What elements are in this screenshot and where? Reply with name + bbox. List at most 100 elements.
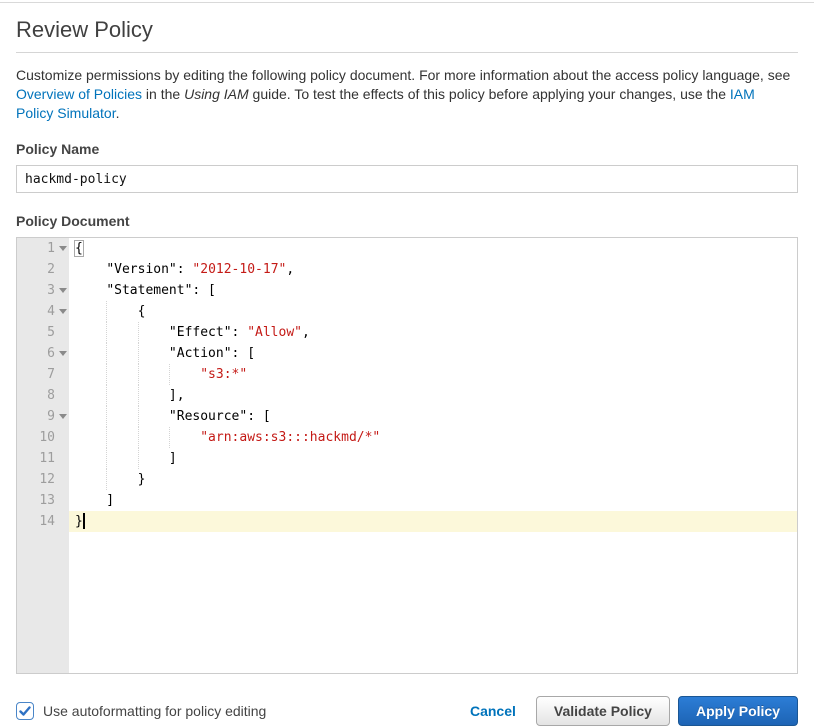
- editor-line-number-gutter: 1234567891011121314: [17, 238, 69, 673]
- code-line[interactable]: }: [69, 469, 797, 490]
- intro-text: guide. To test the effects of this polic…: [249, 86, 730, 102]
- policy-document-editor[interactable]: 1234567891011121314 { "Version": "2012-1…: [16, 237, 798, 674]
- line-number: 9: [17, 406, 69, 427]
- json-punctuation: [75, 283, 106, 298]
- footer-buttons: Cancel Validate Policy Apply Policy: [470, 696, 798, 726]
- indent-guide: [138, 322, 139, 343]
- fold-arrow-icon[interactable]: [59, 414, 67, 419]
- json-punctuation: :: [232, 325, 248, 340]
- line-number: 7: [17, 364, 69, 385]
- json-key: "Version": [106, 262, 176, 277]
- guide-name: Using IAM: [184, 86, 249, 102]
- json-string-value: "2012-10-17": [192, 262, 286, 277]
- cancel-link[interactable]: Cancel: [470, 703, 516, 719]
- json-punctuation: : [: [192, 283, 215, 298]
- line-number: 6: [17, 343, 69, 364]
- json-punctuation: [75, 262, 106, 277]
- autoformat-checkbox[interactable]: [16, 702, 34, 720]
- fold-arrow-icon[interactable]: [59, 246, 67, 251]
- json-key: "Statement": [106, 283, 192, 298]
- intro-text: Customize permissions by editing the fol…: [16, 67, 790, 83]
- intro-text: .: [116, 105, 120, 121]
- json-punctuation: : [: [232, 346, 255, 361]
- page-title: Review Policy: [16, 17, 798, 43]
- json-punctuation: [75, 325, 169, 340]
- indent-guide: [138, 427, 139, 448]
- json-string-value: "Allow": [247, 325, 302, 340]
- json-key: "Resource": [169, 409, 247, 424]
- indent-guide: [106, 343, 107, 364]
- line-number: 3: [17, 280, 69, 301]
- code-line[interactable]: "Version": "2012-10-17",: [69, 259, 797, 280]
- indent-guide: [138, 343, 139, 364]
- json-punctuation: ],: [75, 388, 185, 403]
- policy-name-input[interactable]: [16, 165, 798, 193]
- autoformat-label: Use autoformatting for policy editing: [43, 703, 266, 719]
- code-line[interactable]: {: [69, 301, 797, 322]
- line-number: 12: [17, 469, 69, 490]
- line-number: 10: [17, 427, 69, 448]
- json-punctuation: : [: [247, 409, 270, 424]
- indent-guide: [106, 322, 107, 343]
- json-key: "Effect": [169, 325, 232, 340]
- indent-guide: [169, 427, 170, 448]
- review-policy-page: Review Policy Customize permissions by e…: [0, 17, 814, 727]
- indent-guide: [169, 364, 170, 385]
- indent-guide: [106, 448, 107, 469]
- line-number: 4: [17, 301, 69, 322]
- json-punctuation: [75, 409, 169, 424]
- indent-guide: [138, 364, 139, 385]
- code-line[interactable]: "s3:*": [69, 364, 797, 385]
- policy-document-label: Policy Document: [16, 213, 798, 229]
- editor-code-area[interactable]: { "Version": "2012-10-17", "Statement": …: [69, 238, 797, 673]
- code-line[interactable]: ],: [69, 385, 797, 406]
- code-line[interactable]: ]: [69, 448, 797, 469]
- indent-guide: [138, 406, 139, 427]
- code-line[interactable]: "Resource": [: [69, 406, 797, 427]
- code-line[interactable]: "arn:aws:s3:::hackmd/*": [69, 427, 797, 448]
- indent-guide: [138, 448, 139, 469]
- validate-policy-button[interactable]: Validate Policy: [536, 696, 670, 726]
- overview-of-policies-link[interactable]: Overview of Policies: [16, 86, 142, 102]
- json-punctuation: ,: [302, 325, 310, 340]
- code-line[interactable]: ]: [69, 490, 797, 511]
- intro-text: in the: [142, 86, 184, 102]
- text-cursor: [83, 513, 85, 529]
- json-punctuation: {: [75, 304, 145, 319]
- line-number: 2: [17, 259, 69, 280]
- line-number: 13: [17, 490, 69, 511]
- indent-guide: [106, 385, 107, 406]
- code-line[interactable]: {: [69, 238, 797, 259]
- code-line[interactable]: "Statement": [: [69, 280, 797, 301]
- json-punctuation: [75, 346, 169, 361]
- line-number: 5: [17, 322, 69, 343]
- apply-policy-button[interactable]: Apply Policy: [678, 696, 798, 726]
- json-punctuation: :: [177, 262, 193, 277]
- json-punctuation: ]: [75, 451, 177, 466]
- json-string-value: "s3:*": [200, 367, 247, 382]
- code-line[interactable]: "Effect": "Allow",: [69, 322, 797, 343]
- indent-guide: [106, 469, 107, 490]
- line-number: 1: [17, 238, 69, 259]
- checkmark-icon: [19, 706, 31, 717]
- fold-arrow-icon[interactable]: [59, 351, 67, 356]
- code-line[interactable]: "Action": [: [69, 343, 797, 364]
- line-number: 11: [17, 448, 69, 469]
- json-punctuation: }: [75, 514, 83, 529]
- json-punctuation: }: [75, 472, 145, 487]
- line-number: 8: [17, 385, 69, 406]
- policy-name-label: Policy Name: [16, 141, 798, 157]
- fold-arrow-icon[interactable]: [59, 309, 67, 314]
- intro-paragraph: Customize permissions by editing the fol…: [16, 66, 794, 123]
- line-number: 14: [17, 511, 69, 532]
- footer-actions-bar: Use autoformatting for policy editing Ca…: [16, 695, 798, 727]
- indent-guide: [106, 301, 107, 322]
- indent-guide: [138, 385, 139, 406]
- code-line[interactable]: }: [69, 511, 797, 532]
- json-key: "Action": [169, 346, 232, 361]
- indent-guide: [106, 364, 107, 385]
- top-divider: [0, 2, 814, 3]
- json-punctuation: ,: [286, 262, 294, 277]
- fold-arrow-icon[interactable]: [59, 288, 67, 293]
- json-string-value: "arn:aws:s3:::hackmd/*": [200, 430, 380, 445]
